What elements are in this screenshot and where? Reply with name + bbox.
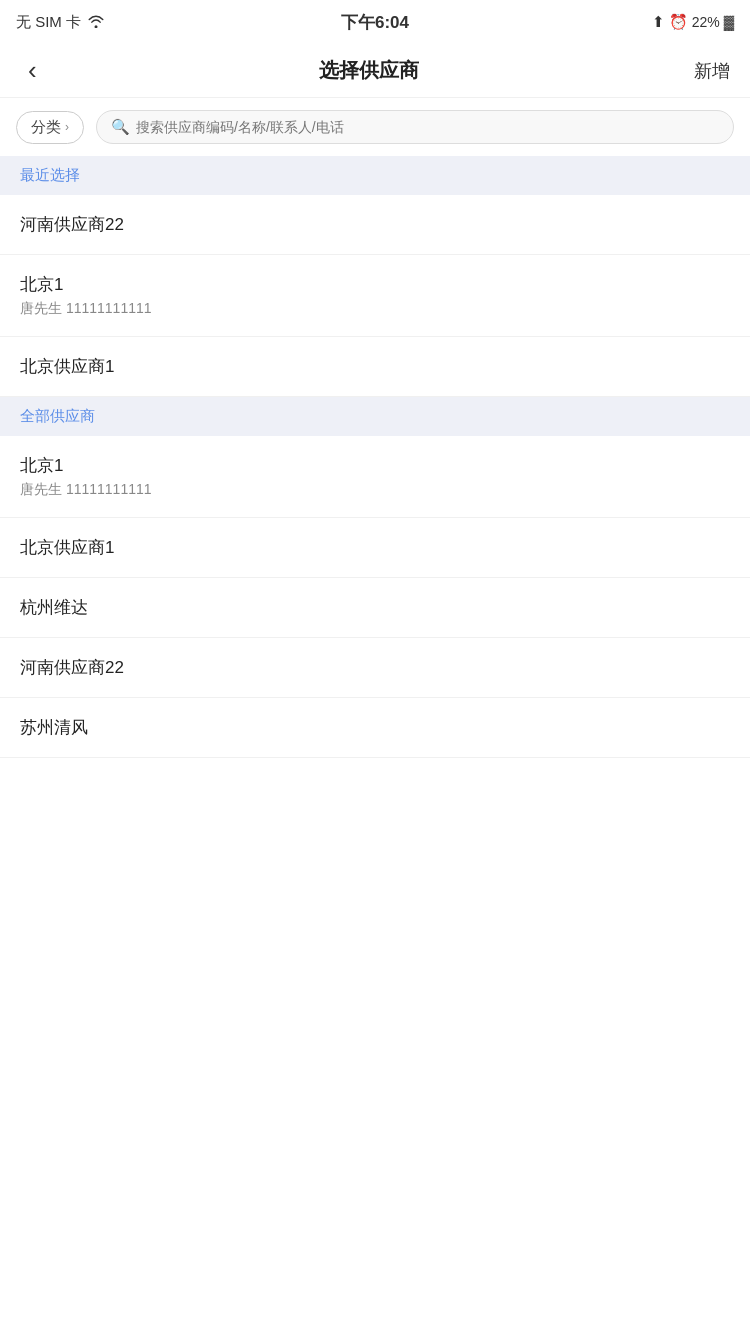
item-sub: 唐先生 11111111111: [20, 300, 730, 318]
item-sub: 唐先生 11111111111: [20, 481, 730, 499]
status-left: 无 SIM 卡: [16, 13, 105, 32]
list-item[interactable]: 北京供应商1: [0, 337, 750, 397]
recent-list: 河南供应商22 北京1 唐先生 11111111111 北京供应商1: [0, 195, 750, 397]
add-new-button[interactable]: 新增: [694, 59, 730, 83]
list-item[interactable]: 杭州维达: [0, 578, 750, 638]
status-bar: 无 SIM 卡 下午6:04 ⬆ ⏰ 22% ▓: [0, 0, 750, 44]
all-list: 北京1 唐先生 11111111111 北京供应商1 杭州维达河南供应商22 苏州清风: [0, 436, 750, 758]
list-item[interactable]: 北京1 唐先生 11111111111: [0, 255, 750, 337]
filter-bar: 分类 › 🔍: [0, 98, 750, 156]
location-icon: ⬆: [652, 13, 665, 31]
search-box[interactable]: 🔍: [96, 110, 734, 144]
page-title: 选择供应商: [319, 57, 419, 84]
category-label: 分类: [31, 118, 61, 137]
status-time: 下午6:04: [341, 11, 409, 34]
recent-section-label: 最近选择: [20, 166, 80, 183]
search-icon: 🔍: [111, 118, 130, 136]
chevron-right-icon: ›: [65, 120, 69, 134]
recent-section-header: 最近选择: [0, 156, 750, 195]
status-right: ⬆ ⏰ 22% ▓: [652, 13, 734, 31]
item-name: 北京供应商1: [20, 355, 730, 378]
search-input[interactable]: [136, 119, 719, 135]
sim-status: 无 SIM 卡: [16, 13, 81, 32]
all-section-label: 全部供应商: [20, 407, 95, 424]
item-name: 北京1: [20, 454, 730, 477]
item-name: 河南供应商22: [20, 656, 730, 679]
list-item[interactable]: 河南供应商22: [0, 195, 750, 255]
list-item[interactable]: 河南供应商22: [0, 638, 750, 698]
list-item[interactable]: 北京供应商1: [0, 518, 750, 578]
item-name: 苏州清风: [20, 716, 730, 739]
list-item[interactable]: 北京1 唐先生 11111111111: [0, 436, 750, 518]
alarm-icon: ⏰: [669, 13, 688, 31]
item-name: 北京供应商1: [20, 536, 730, 559]
item-name: 河南供应商22: [20, 213, 730, 236]
all-section-header: 全部供应商: [0, 397, 750, 436]
wifi-icon: [87, 14, 105, 31]
item-name: 杭州维达: [20, 596, 730, 619]
battery-level: 22%: [692, 14, 720, 30]
list-item[interactable]: 苏州清风: [0, 698, 750, 758]
battery-icon: ▓: [724, 14, 734, 30]
back-button[interactable]: ‹: [20, 51, 45, 90]
category-button[interactable]: 分类 ›: [16, 111, 84, 144]
item-name: 北京1: [20, 273, 730, 296]
nav-bar: ‹ 选择供应商 新增: [0, 44, 750, 98]
